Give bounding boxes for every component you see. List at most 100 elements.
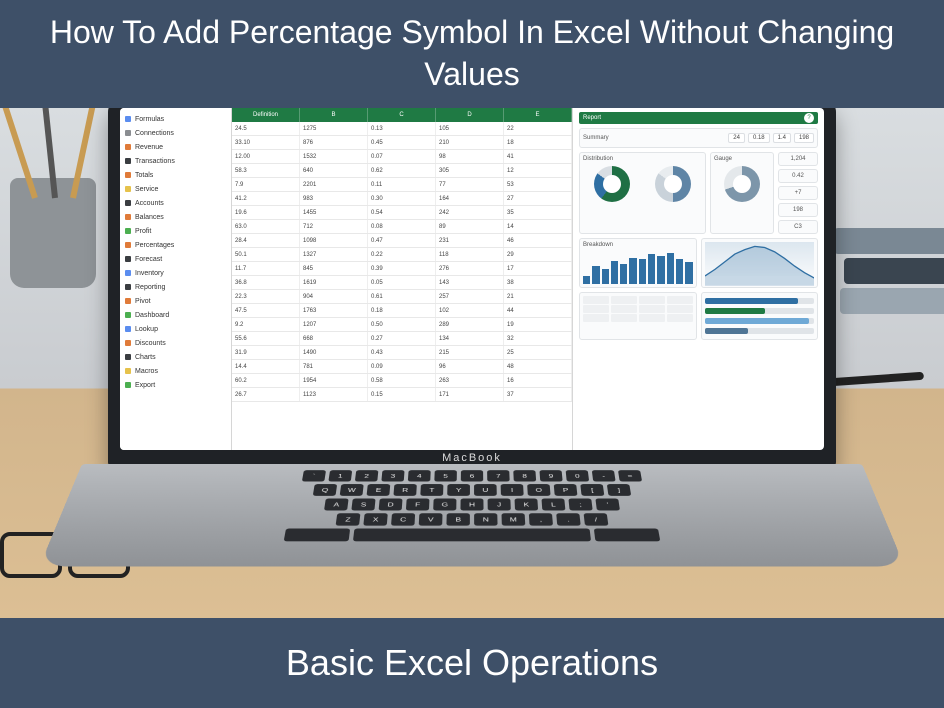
cell[interactable]: 257 xyxy=(436,290,504,303)
sidebar-item[interactable]: Transactions xyxy=(125,154,226,168)
cell[interactable]: 1455 xyxy=(300,206,368,219)
cell[interactable]: 1207 xyxy=(300,318,368,331)
cell[interactable]: 305 xyxy=(436,164,504,177)
cell[interactable]: 0.05 xyxy=(368,276,436,289)
cell[interactable]: 1327 xyxy=(300,248,368,261)
column-header[interactable]: Definition xyxy=(232,108,300,122)
cell[interactable]: 0.47 xyxy=(368,234,436,247)
cell[interactable]: 24.5 xyxy=(232,122,300,135)
cell[interactable]: 9.2 xyxy=(232,318,300,331)
cell[interactable]: 21 xyxy=(504,290,572,303)
cell[interactable]: 47.5 xyxy=(232,304,300,317)
cell[interactable]: 22 xyxy=(504,122,572,135)
cell[interactable]: 105 xyxy=(436,122,504,135)
cell[interactable]: 1954 xyxy=(300,374,368,387)
cell[interactable]: 0.50 xyxy=(368,318,436,331)
cell[interactable]: 22.3 xyxy=(232,290,300,303)
cell[interactable]: 2201 xyxy=(300,178,368,191)
cell[interactable]: 0.54 xyxy=(368,206,436,219)
cell[interactable]: 77 xyxy=(436,178,504,191)
cell[interactable]: 98 xyxy=(436,150,504,163)
cell[interactable]: 11.7 xyxy=(232,262,300,275)
cell[interactable]: 781 xyxy=(300,360,368,373)
cell[interactable]: 143 xyxy=(436,276,504,289)
cell[interactable]: 0.58 xyxy=(368,374,436,387)
table-row[interactable]: 63.07120.088914 xyxy=(232,220,572,234)
cell[interactable]: 0.22 xyxy=(368,248,436,261)
sidebar-item[interactable]: Balances xyxy=(125,210,226,224)
sidebar-item[interactable]: Percentages xyxy=(125,238,226,252)
cell[interactable]: 1532 xyxy=(300,150,368,163)
cell[interactable]: 904 xyxy=(300,290,368,303)
sidebar-item[interactable]: Revenue xyxy=(125,140,226,154)
table-row[interactable]: 60.219540.5826316 xyxy=(232,374,572,388)
cell[interactable]: 7.9 xyxy=(232,178,300,191)
cell[interactable]: 276 xyxy=(436,262,504,275)
cell[interactable]: 102 xyxy=(436,304,504,317)
sidebar-item[interactable]: Export xyxy=(125,378,226,392)
cell[interactable]: 89 xyxy=(436,220,504,233)
cell[interactable]: 0.61 xyxy=(368,290,436,303)
column-header[interactable]: D xyxy=(436,108,504,122)
cell[interactable]: 16 xyxy=(504,374,572,387)
sidebar-item[interactable]: Lookup xyxy=(125,322,226,336)
cell[interactable]: 19 xyxy=(504,318,572,331)
sidebar-item[interactable]: Service xyxy=(125,182,226,196)
help-icon[interactable]: ? xyxy=(804,113,814,123)
cell[interactable]: 37 xyxy=(504,388,572,401)
table-row[interactable]: 47.517630.1810244 xyxy=(232,304,572,318)
cell[interactable]: 46 xyxy=(504,234,572,247)
table-row[interactable]: 26.711230.1517137 xyxy=(232,388,572,402)
cell[interactable]: 35 xyxy=(504,206,572,219)
sidebar-item[interactable]: Formulas xyxy=(125,112,226,126)
cell[interactable]: 210 xyxy=(436,136,504,149)
cell[interactable]: 0.13 xyxy=(368,122,436,135)
cell[interactable]: 712 xyxy=(300,220,368,233)
cell[interactable]: 231 xyxy=(436,234,504,247)
cell[interactable]: 48 xyxy=(504,360,572,373)
cell[interactable]: 640 xyxy=(300,164,368,177)
table-row[interactable]: 19.614550.5424235 xyxy=(232,206,572,220)
cell[interactable]: 26.7 xyxy=(232,388,300,401)
sidebar-item[interactable]: Totals xyxy=(125,168,226,182)
cell[interactable]: 38 xyxy=(504,276,572,289)
cell[interactable]: 1763 xyxy=(300,304,368,317)
cell[interactable]: 0.09 xyxy=(368,360,436,373)
table-row[interactable]: 33.108760.4521018 xyxy=(232,136,572,150)
cell[interactable]: 0.43 xyxy=(368,346,436,359)
cell[interactable]: 242 xyxy=(436,206,504,219)
sidebar-item[interactable]: Inventory xyxy=(125,266,226,280)
table-row[interactable]: 11.78450.3927617 xyxy=(232,262,572,276)
table-row[interactable]: 41.29830.3016427 xyxy=(232,192,572,206)
cell[interactable]: 18 xyxy=(504,136,572,149)
table-row[interactable]: 58.36400.6230512 xyxy=(232,164,572,178)
cell[interactable]: 25 xyxy=(504,346,572,359)
cell[interactable]: 1490 xyxy=(300,346,368,359)
table-row[interactable]: 22.39040.6125721 xyxy=(232,290,572,304)
sidebar-item[interactable]: Charts xyxy=(125,350,226,364)
cell[interactable]: 36.8 xyxy=(232,276,300,289)
cell[interactable]: 50.1 xyxy=(232,248,300,261)
cell[interactable]: 29 xyxy=(504,248,572,261)
cell[interactable]: 58.3 xyxy=(232,164,300,177)
cell[interactable]: 0.18 xyxy=(368,304,436,317)
cell[interactable]: 12 xyxy=(504,164,572,177)
cell[interactable]: 17 xyxy=(504,262,572,275)
cell[interactable]: 0.30 xyxy=(368,192,436,205)
cell[interactable]: 0.45 xyxy=(368,136,436,149)
cell[interactable]: 33.10 xyxy=(232,136,300,149)
table-row[interactable]: 36.816190.0514338 xyxy=(232,276,572,290)
cell[interactable]: 41.2 xyxy=(232,192,300,205)
cell[interactable]: 118 xyxy=(436,248,504,261)
cell[interactable]: 0.39 xyxy=(368,262,436,275)
cell[interactable]: 55.6 xyxy=(232,332,300,345)
table-row[interactable]: 9.212070.5028919 xyxy=(232,318,572,332)
cell[interactable]: 31.9 xyxy=(232,346,300,359)
cell[interactable]: 14 xyxy=(504,220,572,233)
cell[interactable]: 19.6 xyxy=(232,206,300,219)
cell[interactable]: 63.0 xyxy=(232,220,300,233)
cell[interactable]: 27 xyxy=(504,192,572,205)
cell[interactable]: 53 xyxy=(504,178,572,191)
cell[interactable]: 60.2 xyxy=(232,374,300,387)
column-header[interactable]: C xyxy=(368,108,436,122)
